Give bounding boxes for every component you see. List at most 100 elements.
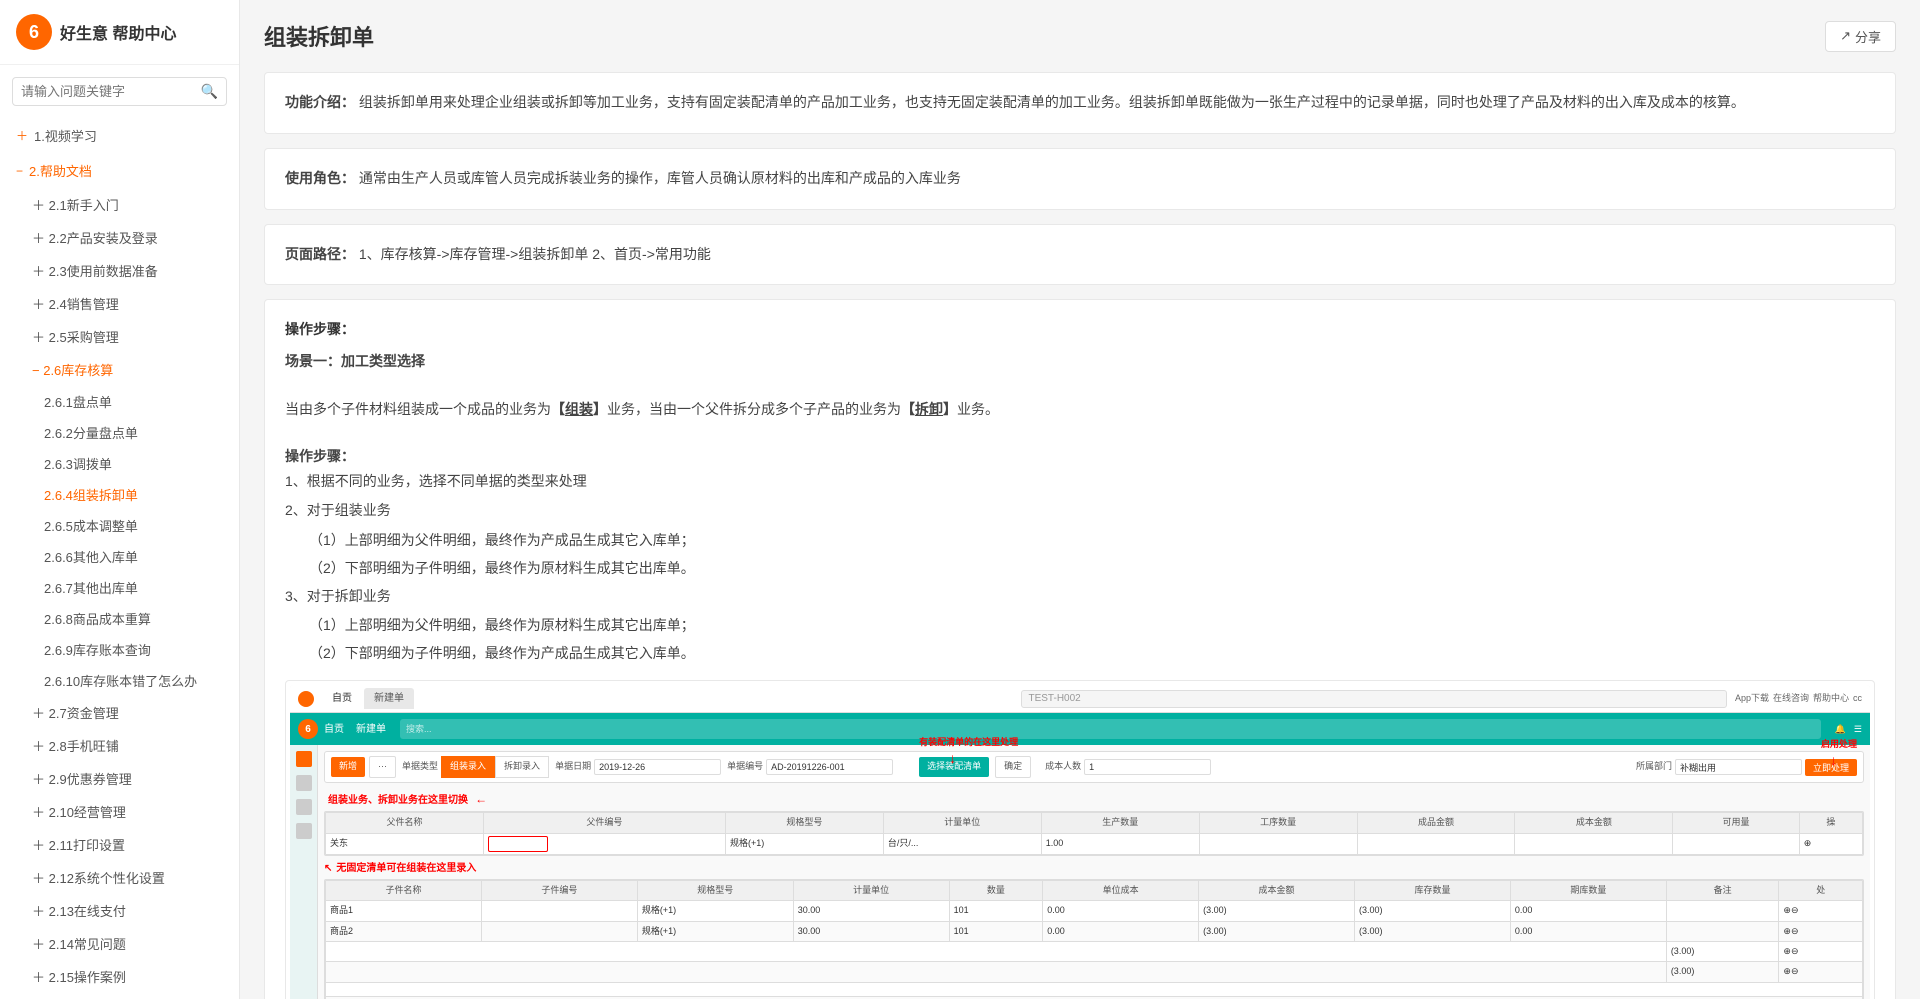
search-box[interactable]: 🔍 — [12, 77, 227, 106]
disassembly-tab[interactable]: 拆卸录入 — [495, 756, 549, 777]
sidebar-item-video[interactable]: ＋ 1.视频学习 — [0, 118, 239, 153]
annotation-handle: 有装配清单的在这里处理 — [919, 735, 1018, 750]
sidebar-item-stock-err[interactable]: 2.6.10库存账本错了怎么办 — [0, 665, 239, 696]
func-text: 组装拆卸单用来处理企业组装或拆卸等加工业务，支持有固定装配清单的产品加工业务，也… — [359, 94, 1745, 110]
browser-logo — [298, 691, 314, 707]
sidebar-item-cost-adjust[interactable]: 2.6.5成本调整单 — [0, 510, 239, 541]
app-content: 新增 ··· 单据类型 组装录入 拆卸录入 — [290, 745, 1870, 999]
sidebar-icon — [296, 799, 312, 815]
col-header: 成品金额 — [1357, 813, 1515, 833]
sidebar-item-faq[interactable]: ＋ 2.14常见问题 — [0, 927, 239, 960]
sidebar-item-docs[interactable]: − 2.帮助文档 — [0, 153, 239, 188]
confirm-btn[interactable]: 确定 — [995, 756, 1031, 777]
app-menu: 自贡 新建单 — [324, 721, 386, 738]
browser-tab[interactable]: 新建单 — [364, 688, 414, 709]
sidebar-item-ops[interactable]: ＋ 2.10经营管理 — [0, 795, 239, 828]
sidebar-item-finance[interactable]: ＋ 2.7资金管理 — [0, 696, 239, 729]
num-input[interactable] — [766, 759, 893, 775]
sidebar-item-mobile[interactable]: ＋ 2.8手机旺铺 — [0, 729, 239, 762]
sidebar-item-custom[interactable]: ＋ 2.12系统个性化设置 — [0, 861, 239, 894]
menu-item[interactable]: 自贡 — [324, 721, 344, 738]
table-row: 商品1 规格(+1) 30.00 101 0.00 (3.00) (3.00) — [326, 901, 1863, 921]
arrow-down2: ↓ — [1830, 749, 1837, 773]
sidebar-icon — [296, 823, 312, 839]
col-header: 规格型号 — [637, 881, 793, 901]
sidebar-item-inventory[interactable]: − 2.6库存核算 — [0, 353, 239, 386]
form-toolbar: 新增 ··· 单据类型 组装录入 拆卸录入 — [324, 751, 1864, 782]
sub-plus-icon: ＋ — [32, 970, 49, 985]
search-input[interactable] — [21, 84, 201, 99]
cell-action: ⊕⊖ — [1779, 901, 1863, 921]
annotation-enable: 启用处理 — [1821, 737, 1857, 752]
list-item: （2）下部明细为子件明细，最终作为原材料生成其它出库单。 — [309, 556, 1875, 581]
sub-plus-icon: ＋ — [32, 739, 49, 754]
sub-plus-icon: ＋ — [32, 330, 49, 345]
col-header: 生产数量 — [1041, 813, 1199, 833]
menu-item[interactable]: 新建单 — [356, 721, 386, 738]
org-label: 所属部门 — [1636, 759, 1672, 774]
role-text: 通常由生产人员或库管人员完成拆装业务的操作，库管人员确认原材料的出库和产成品的入… — [359, 170, 961, 186]
sidebar-item-install[interactable]: ＋ 2.2产品安装及登录 — [0, 221, 239, 254]
browser-action-consult: 在线咨询 — [1773, 691, 1809, 706]
cell-unit: 台/只/... — [883, 833, 1041, 854]
sidebar-item-assembly[interactable]: 2.6.4组装拆卸单 — [0, 479, 239, 510]
sidebar-item-print[interactable]: ＋ 2.11打印设置 — [0, 828, 239, 861]
sub-plus-icon: ＋ — [32, 198, 49, 213]
ops-title: 操作步骤： — [285, 318, 1875, 342]
col-header: 计量单位 — [883, 813, 1041, 833]
browser-url[interactable]: TEST-H002 — [1021, 690, 1726, 708]
sidebar-item-coupon[interactable]: ＋ 2.9优惠券管理 — [0, 762, 239, 795]
col-header: 成本金额 — [1515, 813, 1673, 833]
sidebar-item-other-out[interactable]: 2.6.7其他出库单 — [0, 572, 239, 603]
ops-list: 1、根据不同的业务，选择不同单据的类型来处理 2、对于组装业务 （1）上部明细为… — [285, 469, 1875, 666]
fake-ui: 自贡 新建单 TEST-H002 App下载 在线咨询 帮助中心 cc 6 — [290, 685, 1870, 999]
col-header: 计量单位 — [793, 881, 949, 901]
sidebar-item-payment[interactable]: ＋ 2.13在线支付 — [0, 894, 239, 927]
sidebar-item-new-user[interactable]: ＋ 2.1新手入门 — [0, 188, 239, 221]
share-button[interactable]: ↗ 分享 — [1825, 21, 1896, 52]
arrow-up-left: ↖ — [324, 860, 332, 877]
func-label: 功能介绍： — [285, 94, 355, 110]
sidebar-item-partial-stocktake[interactable]: 2.6.2分量盘点单 — [0, 417, 239, 448]
browser-tab-active[interactable]: 自贡 — [322, 688, 362, 709]
path-label: 页面路径： — [285, 246, 355, 262]
sidebar-item-label: 2.帮助文档 — [29, 161, 92, 180]
type-switch[interactable]: 组装录入 拆卸录入 — [441, 756, 549, 777]
sidebar-item-purchase[interactable]: ＋ 2.5采购管理 — [0, 320, 239, 353]
sub-plus-icon: ＋ — [32, 772, 49, 787]
sidebar-item-stocktake[interactable]: 2.6.1盘点单 — [0, 386, 239, 417]
sidebar-item-other-in[interactable]: 2.6.6其他入库单 — [0, 541, 239, 572]
sub-plus-icon: ＋ — [32, 871, 49, 886]
count-input[interactable] — [1084, 759, 1211, 775]
sidebar: 6 好生意 帮助中心 🔍 ＋ 1.视频学习 − 2.帮助文档 ＋ 2.1新手入门… — [0, 0, 240, 999]
sidebar-item-adjust[interactable]: 2.6.3调拨单 — [0, 448, 239, 479]
sidebar-item-cases[interactable]: ＋ 2.15操作案例 — [0, 960, 239, 993]
table-row — [326, 982, 1863, 996]
scene1-desc: 当由多个子件材料组装成一个成品的业务为【组装】业务，当由一个父件拆分成多个子产品… — [285, 398, 1875, 422]
new-btn[interactable]: 新增 — [331, 757, 365, 776]
expand-icon: ＋ — [16, 127, 28, 144]
app-bar: 6 自贡 新建单 搜索... 🔔 ☰ — [290, 713, 1870, 745]
other-btn[interactable]: ··· — [369, 756, 396, 777]
disassembly-sub-list: （1）上部明细为父件明细，最终作为原材料生成其它出库单； （2）下部明细为子件明… — [309, 613, 1875, 666]
sub-plus-icon: ＋ — [32, 297, 49, 312]
app-search[interactable]: 搜索... — [400, 719, 1821, 739]
list-item: （2）下部明细为子件明细，最终作为产成品生成其它入库单。 — [309, 641, 1875, 666]
sidebar-item-sales[interactable]: ＋ 2.4销售管理 — [0, 287, 239, 320]
sidebar-item-data-prep[interactable]: ＋ 2.3使用前数据准备 — [0, 254, 239, 287]
sidebar-icon — [296, 775, 312, 791]
assembly-tab[interactable]: 组装录入 — [441, 756, 495, 777]
cell-num — [481, 921, 637, 941]
table-row: (3.00) ⊕⊖ — [326, 962, 1863, 982]
sidebar-item-stock-query[interactable]: 2.6.9库存账本查询 — [0, 634, 239, 665]
parent-num-input[interactable] — [488, 836, 548, 852]
sidebar-item-cost-recalc[interactable]: 2.6.8商品成本重算 — [0, 603, 239, 634]
col-header: 子件名称 — [326, 881, 482, 901]
list-item: （1）上部明细为父件明细，最终作为原材料生成其它出库单； — [309, 613, 1875, 638]
date-input[interactable] — [594, 759, 721, 775]
search-icon[interactable]: 🔍 — [201, 83, 218, 100]
cell-stock: (3.00) — [1355, 921, 1511, 941]
org-input[interactable] — [1675, 759, 1802, 775]
inventory-sub-nav: 2.6.1盘点单 2.6.2分量盘点单 2.6.3调拨单 2.6.4组装拆卸单 … — [0, 386, 239, 696]
ops-card: 操作步骤： 场景一：加工类型选择 当由多个子件材料组装成一个成品的业务为【组装】… — [264, 299, 1896, 999]
